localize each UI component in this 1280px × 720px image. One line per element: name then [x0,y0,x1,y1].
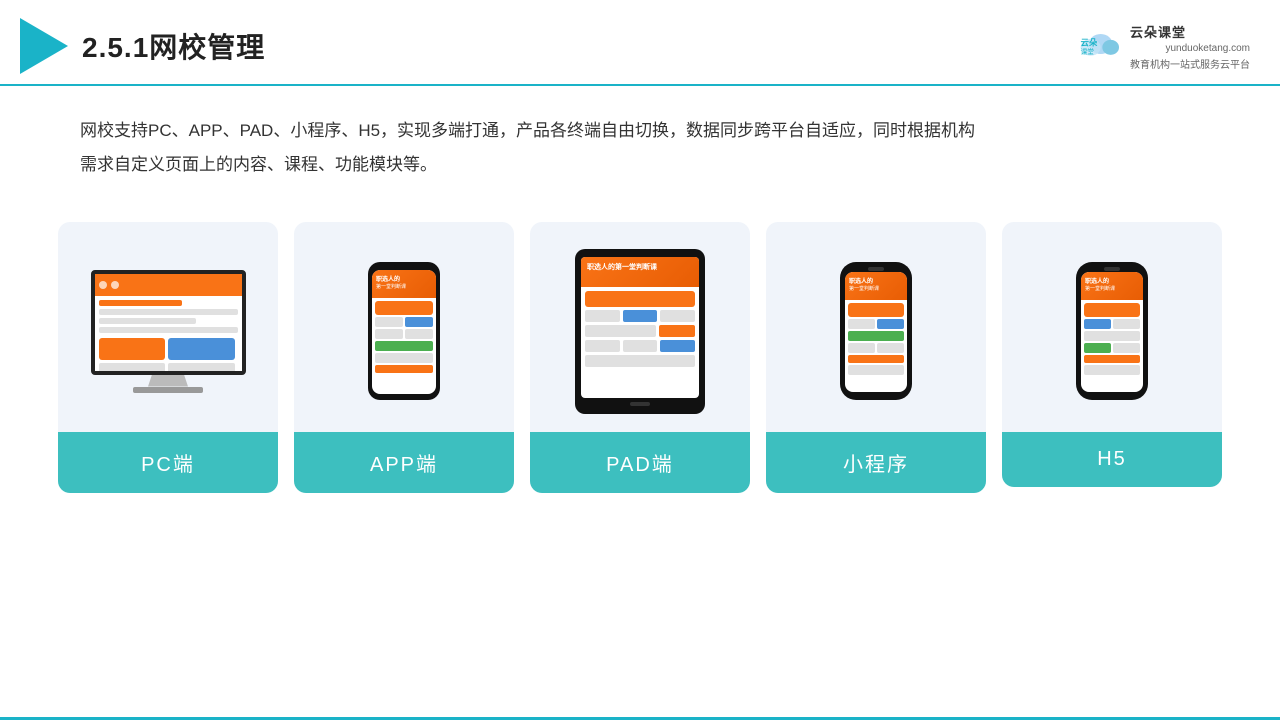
mini-phone-body: 职选人的 第一堂判断课 [840,262,912,400]
phone-notch [394,265,414,270]
page-title: 2.5.1网校管理 [82,26,265,66]
card-mini-image: 职选人的 第一堂判断课 [766,222,986,432]
header-left: 2.5.1网校管理 [20,18,265,74]
card-h5-image: 职选人的 第一堂判断课 [1002,222,1222,432]
play-icon [20,18,68,74]
logo-cloud: 云朵 课堂 云朵课堂 yunduoketang.com 教育机构一站式服务云平台 [1074,22,1250,71]
pad-screen: 职选人的第一堂判断课 [581,257,699,398]
h5-phone-notch [1104,267,1120,271]
svg-text:云朵: 云朵 [1081,37,1098,47]
card-app-label: APP端 [294,432,514,493]
logo-name: 云朵课堂 [1130,22,1250,41]
card-app: 职选人的 第一堂判断课 [294,222,514,493]
header: 2.5.1网校管理 云朵 课堂 云朵课堂 yunduoketang.com 教育… [0,0,1280,86]
mini-phone-notch [868,267,884,271]
pc-mockup [91,270,246,393]
mini-phone-mockup: 职选人的 第一堂判断课 [840,262,912,400]
mini-phone-screen: 职选人的 第一堂判断课 [845,272,907,392]
pc-screen [91,270,246,375]
app-phone-body: 职选人的 第一堂判断课 [368,262,440,400]
card-mini: 职选人的 第一堂判断课 [766,222,986,493]
card-h5: 职选人的 第一堂判断课 [1002,222,1222,487]
cloud-icon: 云朵 课堂 [1074,28,1124,65]
card-pc-image [58,222,278,432]
card-pad-image: 职选人的第一堂判断课 [530,222,750,432]
pad-home-button [630,402,650,406]
logo-area: 云朵 课堂 云朵课堂 yunduoketang.com 教育机构一站式服务云平台 [1074,22,1250,71]
logo-tagline: 教育机构一站式服务云平台 [1130,56,1250,71]
card-pad: 职选人的第一堂判断课 [530,222,750,493]
h5-phone-body: 职选人的 第一堂判断课 [1076,262,1148,400]
pad-mockup: 职选人的第一堂判断课 [575,249,705,414]
card-mini-label: 小程序 [766,432,986,493]
logo-text-group: 云朵课堂 yunduoketang.com 教育机构一站式服务云平台 [1130,22,1250,71]
cards-section: PC端 职选人的 第一堂判断课 [0,202,1280,493]
card-app-image: 职选人的 第一堂判断课 [294,222,514,432]
card-pc: PC端 [58,222,278,493]
app-phone-screen: 职选人的 第一堂判断课 [372,270,436,394]
h5-phone-mockup: 职选人的 第一堂判断课 [1076,262,1148,400]
description-text: 网校支持PC、APP、PAD、小程序、H5，实现多端打通，产品各终端自由切换，数… [0,86,1280,192]
card-h5-label: H5 [1002,432,1222,487]
card-pc-label: PC端 [58,432,278,493]
card-pad-label: PAD端 [530,432,750,493]
app-phone-mockup: 职选人的 第一堂判断课 [368,262,440,400]
h5-phone-screen: 职选人的 第一堂判断课 [1081,272,1143,392]
logo-url: yunduoketang.com [1130,43,1250,54]
pad-body: 职选人的第一堂判断课 [575,249,705,414]
svg-text:课堂: 课堂 [1081,47,1095,56]
